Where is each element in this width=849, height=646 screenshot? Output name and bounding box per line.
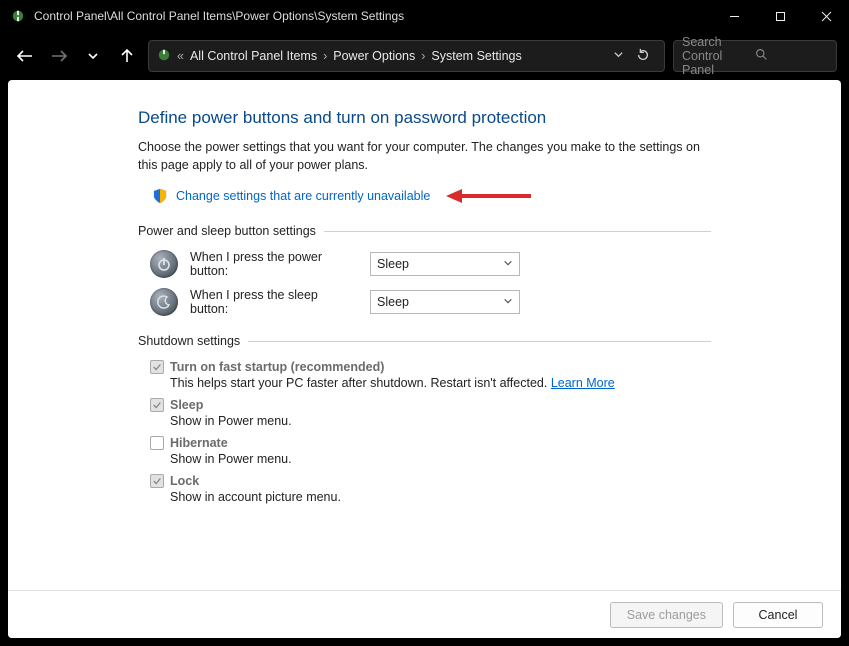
footer: Save changes Cancel bbox=[8, 590, 841, 638]
chevron-down-icon bbox=[503, 257, 513, 271]
lock-help: Show in account picture menu. bbox=[170, 490, 711, 504]
sleep-label: Sleep bbox=[170, 398, 203, 412]
sleep-button-label: When I press the sleep button: bbox=[190, 288, 358, 316]
annotation-arrow bbox=[446, 186, 536, 206]
power-icon bbox=[150, 250, 178, 278]
search-icon bbox=[755, 48, 828, 64]
save-changes-button[interactable]: Save changes bbox=[610, 602, 723, 628]
cancel-button[interactable]: Cancel bbox=[733, 602, 823, 628]
breadcrumb-leading: « bbox=[177, 49, 184, 63]
group-title: Power and sleep button settings bbox=[138, 224, 316, 238]
power-button-label: When I press the power button: bbox=[190, 250, 358, 278]
shutdown-group: Shutdown settings Turn on fast startup (… bbox=[138, 334, 711, 504]
address-bar[interactable]: « All Control Panel Items › Power Option… bbox=[148, 40, 665, 72]
chevron-down-icon bbox=[503, 295, 513, 309]
window-title: Control Panel\All Control Panel Items\Po… bbox=[34, 9, 711, 23]
window-titlebar: Control Panel\All Control Panel Items\Po… bbox=[0, 0, 849, 32]
breadcrumb-item[interactable]: Power Options bbox=[333, 49, 415, 63]
control-panel-icon bbox=[157, 48, 171, 65]
refresh-icon[interactable] bbox=[636, 48, 650, 65]
change-settings-link[interactable]: Change settings that are currently unava… bbox=[176, 189, 430, 203]
page-heading: Define power buttons and turn on passwor… bbox=[138, 108, 711, 128]
fast-startup-checkbox[interactable] bbox=[150, 360, 164, 374]
hibernate-checkbox[interactable] bbox=[150, 436, 164, 450]
minimize-button[interactable] bbox=[711, 0, 757, 32]
chevron-down-icon[interactable] bbox=[613, 49, 624, 63]
shield-icon bbox=[152, 188, 168, 204]
forward-button[interactable] bbox=[46, 43, 72, 69]
up-button[interactable] bbox=[114, 43, 140, 69]
close-button[interactable] bbox=[803, 0, 849, 32]
hibernate-label: Hibernate bbox=[170, 436, 228, 450]
learn-more-link[interactable]: Learn More bbox=[551, 376, 615, 390]
sleep-checkbox[interactable] bbox=[150, 398, 164, 412]
search-input[interactable]: Search Control Panel bbox=[673, 40, 837, 72]
hibernate-help: Show in Power menu. bbox=[170, 452, 711, 466]
recent-locations-button[interactable] bbox=[80, 43, 106, 69]
sleep-button-select[interactable]: Sleep bbox=[370, 290, 520, 314]
group-title: Shutdown settings bbox=[138, 334, 240, 348]
fast-startup-help: This helps start your PC faster after sh… bbox=[170, 376, 551, 390]
power-sleep-group: Power and sleep button settings When I p… bbox=[138, 224, 711, 316]
lock-checkbox[interactable] bbox=[150, 474, 164, 488]
back-button[interactable] bbox=[12, 43, 38, 69]
app-icon bbox=[10, 8, 26, 24]
maximize-button[interactable] bbox=[757, 0, 803, 32]
page-description: Choose the power settings that you want … bbox=[138, 138, 711, 174]
select-value: Sleep bbox=[377, 295, 409, 309]
sleep-icon bbox=[150, 288, 178, 316]
search-placeholder: Search Control Panel bbox=[682, 35, 755, 77]
select-value: Sleep bbox=[377, 257, 409, 271]
sleep-help: Show in Power menu. bbox=[170, 414, 711, 428]
content-pane: Define power buttons and turn on passwor… bbox=[8, 80, 841, 638]
fast-startup-label: Turn on fast startup (recommended) bbox=[170, 360, 384, 374]
lock-label: Lock bbox=[170, 474, 199, 488]
chevron-right-icon: › bbox=[421, 49, 425, 63]
breadcrumb-item[interactable]: All Control Panel Items bbox=[190, 49, 317, 63]
chevron-right-icon: › bbox=[323, 49, 327, 63]
navigation-bar: « All Control Panel Items › Power Option… bbox=[0, 32, 849, 80]
power-button-select[interactable]: Sleep bbox=[370, 252, 520, 276]
breadcrumb-item[interactable]: System Settings bbox=[431, 49, 521, 63]
